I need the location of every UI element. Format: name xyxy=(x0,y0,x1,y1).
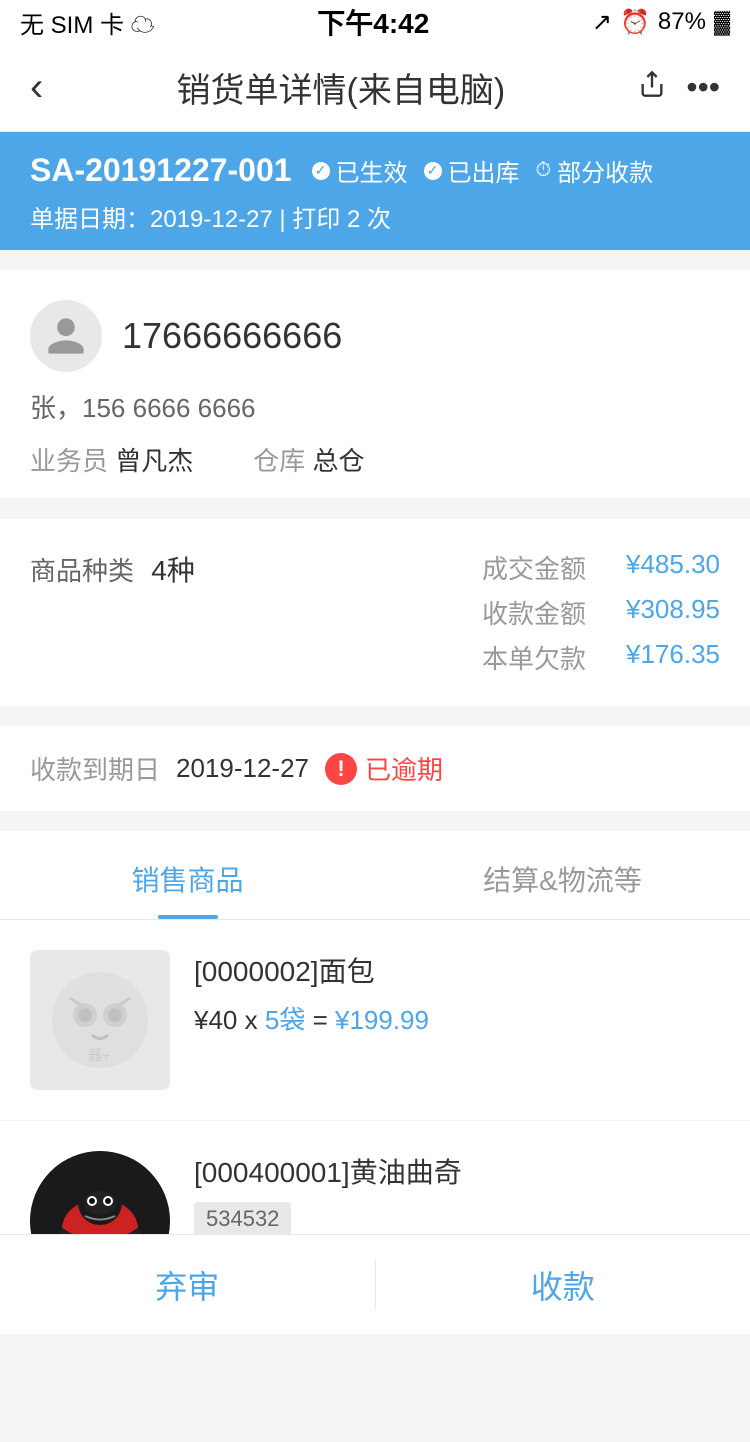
battery-icon: ▓ xyxy=(714,9,730,35)
warehouse-label: 仓库 xyxy=(253,446,305,476)
more-button[interactable]: ••• xyxy=(686,69,720,106)
location-icon: ↗ xyxy=(592,8,612,37)
salesperson-value: 曾凡杰 xyxy=(115,446,193,476)
deal-amount: 成交金额 ¥485.30 xyxy=(482,549,720,586)
deal-amount-value: ¥485.30 xyxy=(626,549,720,586)
tab-settlement[interactable]: 结算&物流等 xyxy=(375,831,750,919)
product-info-1: [0000002]面包 ¥40 x 5袋 = ¥199.99 xyxy=(194,950,720,1090)
user-icon xyxy=(44,314,88,358)
salesperson-label: 业务员 xyxy=(30,446,108,476)
status-partial: ⏱ 部分收款 xyxy=(536,153,654,188)
warehouse-value: 总仓 xyxy=(313,446,365,476)
status-tags: ✓ 已生效 ✓ 已出库 ⏱ 部分收款 xyxy=(312,153,654,188)
nav-right: ••• xyxy=(638,69,720,106)
price-base-1: ¥40 xyxy=(194,1005,237,1035)
owed-amount: 本单欠款 ¥176.35 xyxy=(482,639,720,676)
check-icon-active: ✓ xyxy=(312,162,330,180)
product-name-2: [000400001]黄油曲奇 xyxy=(194,1151,720,1191)
product-thumb-1: 器+ xyxy=(30,950,170,1090)
salesperson-info: 业务员 曾凡杰 xyxy=(30,441,193,478)
price-total-1: ¥199.99 xyxy=(335,1005,429,1035)
received-amount-value: ¥308.95 xyxy=(626,594,720,631)
share-button[interactable] xyxy=(638,70,666,105)
status-active-label: 已生效 xyxy=(336,153,408,188)
status-bar: 无 SIM 卡 ☁ 下午4:42 ↗ ⏰ 87% ▓ xyxy=(0,0,750,44)
due-date-section: 收款到期日 2019-12-27 ! 已逾期 xyxy=(0,726,750,811)
product-item: 器+ [0000002]面包 ¥40 x 5袋 = ¥199.99 xyxy=(0,920,750,1121)
customer-section: 17666666666 张，156 6666 6666 业务员 曾凡杰 仓库 总… xyxy=(0,270,750,499)
status-shipped-label: 已出库 xyxy=(448,153,520,188)
customer-info: 17666666666 张，156 6666 6666 业务员 曾凡杰 仓库 总… xyxy=(0,270,750,499)
deal-amount-label: 成交金额 xyxy=(482,549,586,586)
customer-id: 17666666666 xyxy=(122,315,342,357)
check-icon-shipped: ✓ xyxy=(424,162,442,180)
order-number: SA-20191227-001 xyxy=(30,152,292,189)
price-equals-1: = xyxy=(313,1005,335,1035)
product-types-label: 商品种类 xyxy=(30,556,134,586)
clock-icon: ⏱ xyxy=(536,159,552,182)
price-qty-1: 5袋 xyxy=(265,1005,305,1035)
status-right: ↗ ⏰ 87% ▓ xyxy=(592,8,730,37)
received-amount: 收款金额 ¥308.95 xyxy=(482,594,720,631)
cancel-button[interactable]: 弃审 xyxy=(0,1242,375,1328)
product-name-1: [0000002]面包 xyxy=(194,950,720,990)
received-amount-label: 收款金额 xyxy=(482,594,586,631)
due-date-label: 收款到期日 xyxy=(30,750,160,787)
battery-status: 87% xyxy=(658,8,706,36)
product-types-value: 4种 xyxy=(151,555,195,586)
customer-details: 业务员 曾凡杰 仓库 总仓 xyxy=(30,441,720,478)
product-types: 商品种类 4种 xyxy=(30,549,195,589)
overdue-icon: ! xyxy=(325,753,357,785)
confirm-button[interactable]: 收款 xyxy=(376,1242,750,1328)
banner-date-info: 单据日期：2019-12-27 | 打印 2 次 xyxy=(30,199,720,234)
svg-text:器+: 器+ xyxy=(88,1047,110,1063)
owed-amount-value: ¥176.35 xyxy=(626,639,720,676)
bottom-bar: 弃审 收款 xyxy=(0,1234,750,1334)
page-title: 销货单详情(来自电脑) xyxy=(177,63,506,112)
customer-name: 张，156 6666 6666 xyxy=(30,388,720,425)
nav-bar: ‹ 销货单详情(来自电脑) ••• xyxy=(0,44,750,132)
due-date-value: 2019-12-27 xyxy=(176,753,309,784)
overdue-text: 已逾期 xyxy=(365,750,443,787)
nav-left: ‹ xyxy=(30,65,43,110)
sim-status: 无 SIM 卡 ☁ xyxy=(20,5,155,40)
avatar xyxy=(30,300,102,372)
overdue-badge: ! 已逾期 xyxy=(325,750,443,787)
header-banner: SA-20191227-001 ✓ 已生效 ✓ 已出库 ⏱ 部分收款 单据日期：… xyxy=(0,132,750,250)
owl-image: 器+ xyxy=(50,970,150,1070)
tab-products[interactable]: 销售商品 xyxy=(0,831,375,919)
tabs-row: 销售商品 结算&物流等 xyxy=(0,831,750,920)
back-button[interactable]: ‹ xyxy=(30,65,43,110)
warehouse-info: 仓库 总仓 xyxy=(253,441,364,478)
owed-amount-label: 本单欠款 xyxy=(482,639,586,676)
alarm-icon: ⏰ xyxy=(620,8,650,37)
stats-section: 商品种类 4种 成交金额 ¥485.30 收款金额 ¥308.95 本单欠款 ¥… xyxy=(0,519,750,706)
status-time: 下午4:42 xyxy=(317,2,429,42)
status-partial-label: 部分收款 xyxy=(557,153,653,188)
stats-row: 商品种类 4种 成交金额 ¥485.30 收款金额 ¥308.95 本单欠款 ¥… xyxy=(30,549,720,676)
status-shipped: ✓ 已出库 xyxy=(424,153,520,188)
product-price-1: ¥40 x 5袋 = ¥199.99 xyxy=(194,1000,720,1037)
amounts: 成交金额 ¥485.30 收款金额 ¥308.95 本单欠款 ¥176.35 xyxy=(482,549,720,676)
status-left: 无 SIM 卡 ☁ xyxy=(20,5,155,40)
price-multiply-1: x xyxy=(245,1005,265,1035)
status-active: ✓ 已生效 xyxy=(312,153,408,188)
customer-top: 17666666666 xyxy=(30,300,720,372)
banner-top: SA-20191227-001 ✓ 已生效 ✓ 已出库 ⏱ 部分收款 xyxy=(30,152,720,189)
product-badge-2: 534532 xyxy=(194,1202,291,1236)
